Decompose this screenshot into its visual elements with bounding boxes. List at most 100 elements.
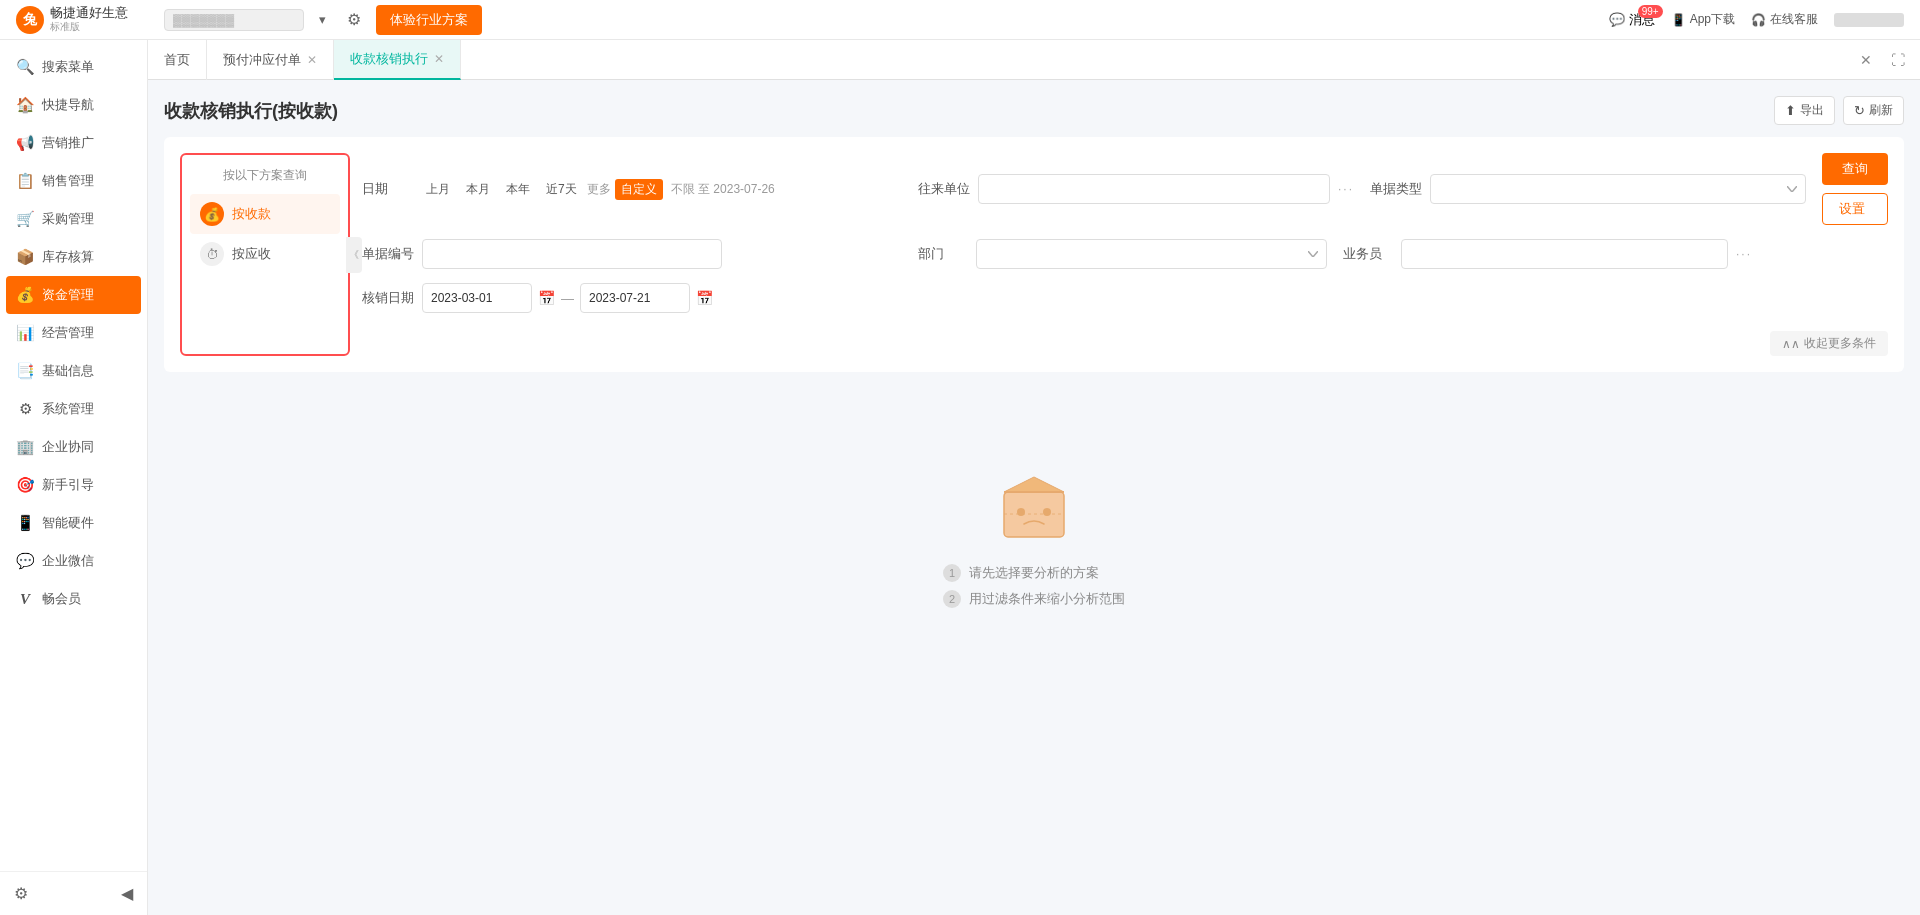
- filter-row-1: 日期 上月 本月 本年 近7天 更多 自定义 不限 至 2023-07-26: [362, 153, 1888, 225]
- tab-prepay[interactable]: 预付冲应付单 ✕: [207, 40, 334, 80]
- tab-receipts[interactable]: 收款核销执行 ✕: [334, 40, 461, 80]
- messages-area[interactable]: 💬 消息 99+: [1609, 11, 1655, 29]
- sidebar-menu: 🔍 搜索菜单 🏠 快捷导航 📢 营销推广 📋 销售管理 🛒 采购管理 📦: [0, 40, 147, 871]
- sidebar-label-finance: 资金管理: [42, 286, 94, 304]
- company-name-display: ▓▓▓▓▓▓▓: [164, 9, 304, 31]
- empty-hints: 1 请先选择要分析的方案 2 用过滤条件来缩小分析范围: [943, 564, 1125, 608]
- department-label: 部门: [918, 245, 968, 263]
- dq-this-month[interactable]: 本月: [460, 179, 496, 200]
- verify-date-end-input[interactable]: [580, 283, 690, 313]
- doc-type-label: 单据类型: [1370, 180, 1422, 198]
- message-icon: 💬: [1609, 12, 1625, 27]
- export-button[interactable]: ⬆ 导出: [1774, 96, 1835, 125]
- counterparty-dots-icon[interactable]: ···: [1338, 182, 1354, 196]
- query-option-by-receipt[interactable]: 💰 按收款: [190, 194, 340, 234]
- staff-input[interactable]: [1401, 239, 1728, 269]
- sidebar-item-enterprise[interactable]: 🏢 企业协同: [0, 428, 147, 466]
- sidebar-label-marketing: 营销推广: [42, 134, 94, 152]
- department-select[interactable]: [976, 239, 1327, 269]
- dq-7days[interactable]: 近7天: [540, 179, 583, 200]
- online-service-area[interactable]: 🎧 在线客服: [1751, 11, 1818, 28]
- tab-close-all-icon[interactable]: ✕: [1852, 46, 1880, 74]
- tab-bar: 首页 预付冲应付单 ✕ 收款核销执行 ✕ ✕ ⛶: [148, 40, 1920, 80]
- industry-solution-button[interactable]: 体验行业方案: [376, 5, 482, 35]
- tab-expand-icon[interactable]: ⛶: [1884, 46, 1912, 74]
- panel-collapse-button[interactable]: 《: [346, 237, 362, 273]
- sidebar-item-inventory[interactable]: 📦 库存核算: [0, 238, 147, 276]
- doc-number-input[interactable]: [422, 239, 722, 269]
- settings-gear-icon[interactable]: ⚙: [340, 6, 368, 34]
- verify-date-range: 📅 — 📅: [422, 283, 713, 313]
- settings-bottom-icon[interactable]: ⚙: [14, 884, 28, 903]
- sidebar-item-search-menu[interactable]: 🔍 搜索菜单: [0, 48, 147, 86]
- setting-button[interactable]: 设置: [1822, 193, 1888, 225]
- sidebar-item-system[interactable]: ⚙ 系统管理: [0, 390, 147, 428]
- refresh-label: 刷新: [1869, 102, 1893, 119]
- sidebar-label-guide: 新手引导: [42, 476, 94, 494]
- verify-date-label: 核销日期: [362, 289, 414, 307]
- tab-home[interactable]: 首页: [148, 40, 207, 80]
- hint-text-2: 用过滤条件来缩小分析范围: [969, 590, 1125, 608]
- hint-num-2: 2: [943, 590, 961, 608]
- app-download-area[interactable]: 📱 App下载: [1671, 11, 1735, 28]
- verify-date-start-input[interactable]: [422, 283, 532, 313]
- svg-marker-1: [1004, 477, 1064, 492]
- dq-custom[interactable]: 自定义: [615, 179, 663, 200]
- query-option-by-receivable[interactable]: ⏱ 按应收: [190, 234, 340, 274]
- by-receipt-label: 按收款: [232, 205, 271, 223]
- sidebar-label-enterprise: 企业协同: [42, 438, 94, 456]
- empty-illustration: [974, 452, 1094, 552]
- inventory-icon: 📦: [16, 248, 34, 266]
- page-header: 收款核销执行(按收款) ⬆ 导出 ↻ 刷新: [164, 96, 1904, 125]
- sidebar-label-search-menu: 搜索菜单: [42, 58, 94, 76]
- empty-hint-1: 1 请先选择要分析的方案: [943, 564, 1125, 582]
- sidebar-item-guide[interactable]: 🎯 新手引导: [0, 466, 147, 504]
- sidebar-item-sales[interactable]: 📋 销售管理: [0, 162, 147, 200]
- sidebar-label-inventory: 库存核算: [42, 248, 94, 266]
- query-panel-title: 按以下方案查询: [190, 167, 340, 184]
- sidebar-label-basic-info: 基础信息: [42, 362, 94, 380]
- counterparty-input[interactable]: [978, 174, 1330, 204]
- tab-receipts-label: 收款核销执行: [350, 50, 428, 68]
- svg-rect-0: [1004, 492, 1064, 537]
- wechat-icon: 💬: [16, 552, 34, 570]
- dropdown-icon[interactable]: ▾: [312, 10, 332, 30]
- staff-label: 业务员: [1343, 245, 1393, 263]
- sidebar-label-sales: 销售管理: [42, 172, 94, 190]
- guide-icon: 🎯: [16, 476, 34, 494]
- sidebar-item-finance[interactable]: 💰 资金管理: [6, 276, 141, 314]
- logo-area: 兔 畅捷通好生意 标准版: [16, 5, 156, 35]
- dq-this-year[interactable]: 本年: [500, 179, 536, 200]
- collapse-sidebar-icon[interactable]: ◀: [121, 884, 133, 903]
- tab-prepay-close-icon[interactable]: ✕: [307, 54, 317, 66]
- date-quick-buttons: 上月 本月 本年 近7天 更多 自定义: [420, 179, 663, 200]
- dq-more[interactable]: 更多: [587, 181, 611, 198]
- svg-point-4: [1043, 508, 1051, 516]
- staff-dots-icon[interactable]: ···: [1736, 247, 1752, 261]
- sidebar-item-basic-info[interactable]: 📑 基础信息: [0, 352, 147, 390]
- collapse-more-label: 收起更多条件: [1804, 335, 1876, 352]
- query-panel: 按以下方案查询 💰 按收款 ⏱ 按应收 《: [180, 153, 350, 356]
- verify-date-end-calendar-icon[interactable]: 📅: [696, 290, 713, 306]
- sidebar-item-marketing[interactable]: 📢 营销推广: [0, 124, 147, 162]
- tab-receipts-close-icon[interactable]: ✕: [434, 53, 444, 65]
- logo-text-block: 畅捷通好生意 标准版: [50, 5, 128, 35]
- enterprise-icon: 🏢: [16, 438, 34, 456]
- query-button[interactable]: 查询: [1822, 153, 1888, 185]
- smart-hw-icon: 📱: [16, 514, 34, 532]
- sidebar-item-operations[interactable]: 📊 经营管理: [0, 314, 147, 352]
- department-group: 部门: [918, 239, 1327, 269]
- sidebar-item-wechat[interactable]: 💬 企业微信: [0, 542, 147, 580]
- verify-date-start-calendar-icon[interactable]: 📅: [538, 290, 555, 306]
- sidebar-item-purchase[interactable]: 🛒 采购管理: [0, 200, 147, 238]
- collapse-more-button[interactable]: ∧∧ 收起更多条件: [1770, 331, 1888, 356]
- page-header-actions: ⬆ 导出 ↻ 刷新: [1774, 96, 1904, 125]
- sidebar-item-smart-hw[interactable]: 📱 智能硬件: [0, 504, 147, 542]
- sidebar-item-quick-nav[interactable]: 🏠 快捷导航: [0, 86, 147, 124]
- refresh-button[interactable]: ↻ 刷新: [1843, 96, 1904, 125]
- sidebar-item-member[interactable]: V 畅会员: [0, 580, 147, 618]
- dq-last-month[interactable]: 上月: [420, 179, 456, 200]
- doc-type-select[interactable]: [1430, 174, 1806, 204]
- online-service-label: 在线客服: [1770, 11, 1818, 28]
- svg-point-3: [1017, 508, 1025, 516]
